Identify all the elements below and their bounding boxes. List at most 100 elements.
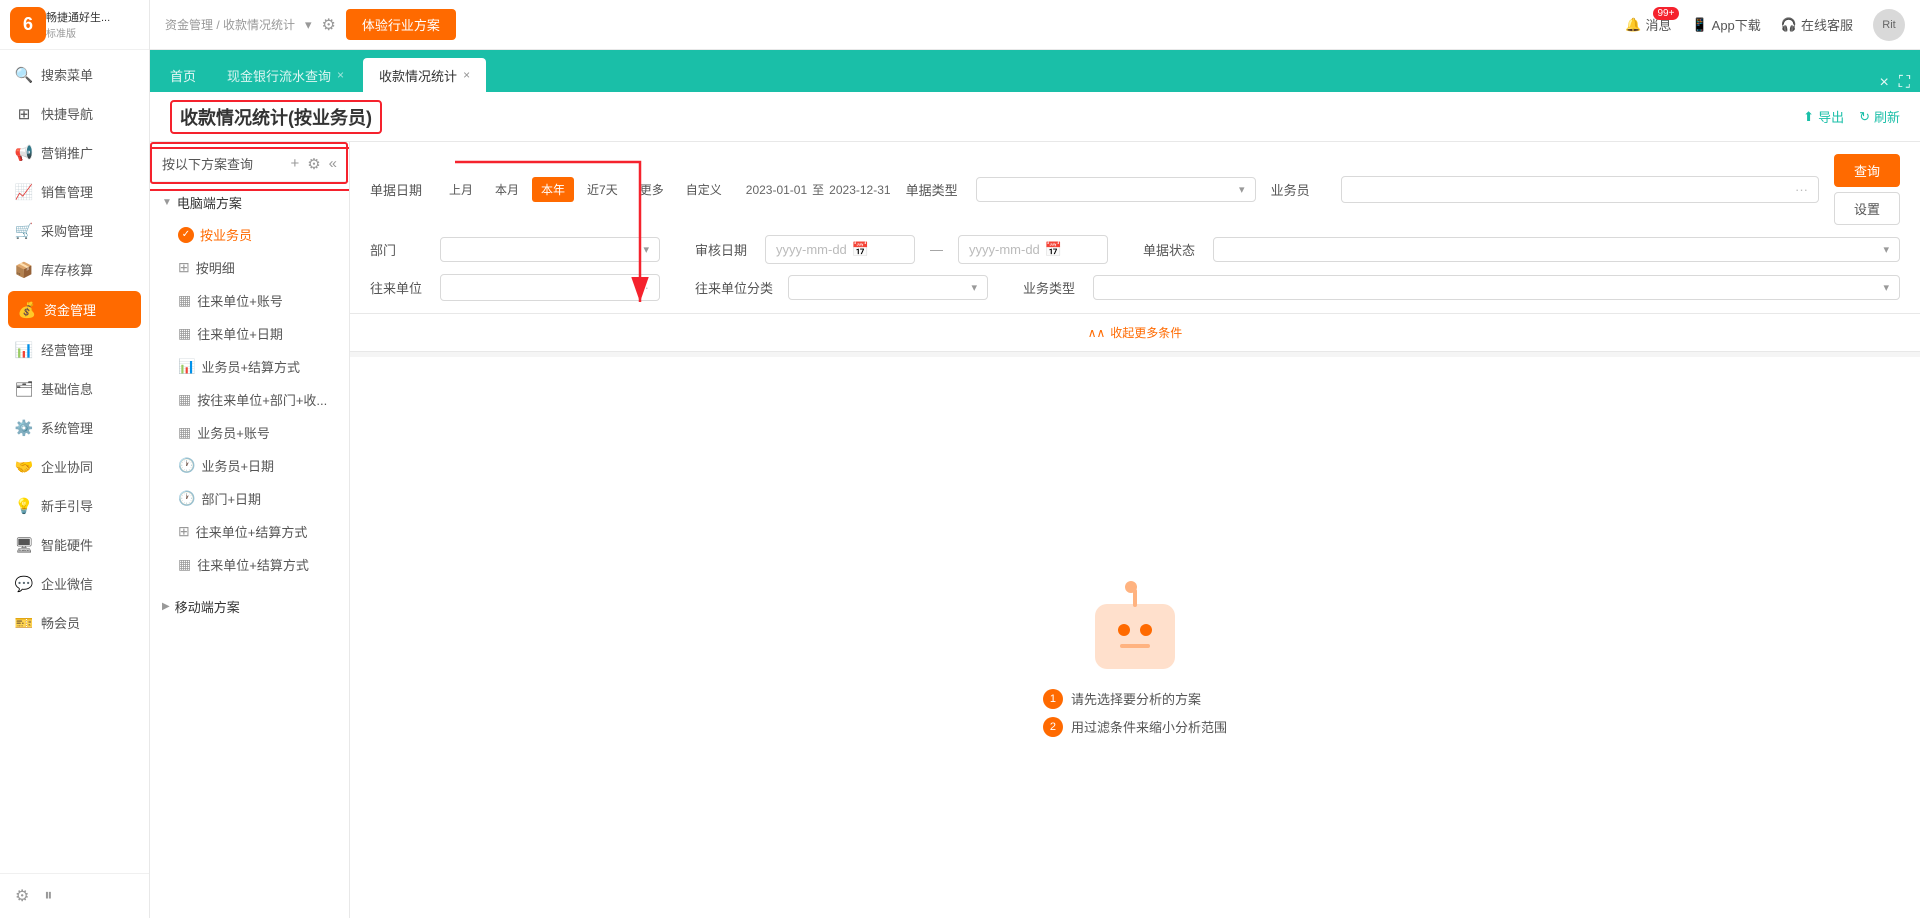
date-from: 2023-01-01 xyxy=(746,183,807,197)
sales-account-item-icon: ▦ xyxy=(178,424,191,441)
app-download-button[interactable]: 📱 App下载 xyxy=(1691,15,1760,34)
doc-type-select[interactable]: ▾ xyxy=(976,177,1256,202)
tree-item-sales-settlement-label: 业务员+结算方式 xyxy=(201,357,300,376)
refresh-button[interactable]: ↻ 刷新 xyxy=(1859,107,1900,126)
app-download-label: App下载 xyxy=(1712,15,1761,34)
sidebar-item-inventory[interactable]: 📦 库存核算 xyxy=(0,250,149,289)
sidebar-item-coop[interactable]: 🤝 企业协同 xyxy=(0,447,149,486)
finance-nav-icon: 💰 xyxy=(18,301,36,319)
sidebar-item-marketing[interactable]: 📢 营销推广 xyxy=(0,133,149,172)
header-gear-icon[interactable]: ⚙ xyxy=(322,15,336,35)
sidebar-item-quick[interactable]: ⊞ 快捷导航 xyxy=(0,94,149,133)
sidebar: 6 畅捷通好生... 标准版 🔍 搜索菜单 ⊞ 快捷导航 📢 营销推广 📈 销售… xyxy=(0,0,150,918)
unit-account-item-icon: ▦ xyxy=(178,292,191,309)
tree-pc-header[interactable]: ▼ 电脑端方案 xyxy=(150,187,349,218)
tree-item-unit-date[interactable]: ▦ 往来单位+日期 xyxy=(150,317,349,350)
sidebar-item-basic-label: 基础信息 xyxy=(41,379,93,398)
sidebar-item-search[interactable]: 🔍 搜索菜单 xyxy=(0,55,149,94)
robot-antenna-ball xyxy=(1125,581,1137,593)
sidebar-item-basic[interactable]: 🗂 基础信息 xyxy=(0,369,149,408)
calendar-to-icon[interactable]: 📅 xyxy=(1045,241,1062,258)
page-header: 收款情况统计(按业务员) ⬆ 导出 ↻ 刷新 xyxy=(150,92,1920,142)
counterparty-more-icon[interactable]: ··· xyxy=(636,280,649,295)
sidebar-item-wechat-label: 企业微信 xyxy=(41,574,93,593)
panel-collapse-icon[interactable]: « xyxy=(329,155,337,172)
messages-button[interactable]: 🔔 消息 99+ xyxy=(1625,15,1671,34)
breadcrumb-expand-icon[interactable]: ▾ xyxy=(305,17,312,33)
empty-step-1: 1 请先选择要分析的方案 xyxy=(1043,689,1227,709)
business-type-chevron-icon: ▾ xyxy=(1883,281,1889,294)
sidebar-item-system[interactable]: ⚙️ 系统管理 xyxy=(0,408,149,447)
tab-close-all-icon[interactable]: × xyxy=(1879,74,1888,92)
filter-settings-button[interactable]: 设置 xyxy=(1834,192,1900,225)
salesperson-select[interactable]: ··· xyxy=(1341,176,1819,203)
tab-expand-icon[interactable]: ⛶ xyxy=(1899,74,1910,92)
tree-item-by-salesperson[interactable]: ✓ 按业务员 xyxy=(150,218,349,251)
sidebar-item-operations[interactable]: 📊 经营管理 xyxy=(0,330,149,369)
tab-stats-close-icon[interactable]: × xyxy=(463,68,470,82)
sidebar-item-purchase[interactable]: 🛒 采购管理 xyxy=(0,211,149,250)
tab-home[interactable]: 首页 xyxy=(160,58,206,92)
content-area: 按以下方案查询 + ⚙ « ▼ 电脑端方案 ✓ 按业务员 xyxy=(150,142,1920,918)
trial-button[interactable]: 体验行业方案 xyxy=(346,9,456,40)
tree-item-sales-date[interactable]: 🕐 业务员+日期 xyxy=(150,449,349,482)
tree-item-unit-settlement1-label: 往来单位+结算方式 xyxy=(196,522,308,541)
tab-stats[interactable]: 收款情况统计 × xyxy=(363,58,486,92)
panel-add-icon[interactable]: + xyxy=(290,155,299,172)
settings-bottom-icon[interactable]: ⚙ xyxy=(15,886,29,906)
category-chevron-icon: ▾ xyxy=(971,281,977,294)
tree-item-dept-date[interactable]: 🕐 部门+日期 xyxy=(150,482,349,515)
step-1-text: 请先选择要分析的方案 xyxy=(1071,689,1201,708)
tab-bank-close-icon[interactable]: × xyxy=(337,68,344,82)
tree-item-unit-dept-receipt[interactable]: ▦ 按往来单位+部门+收... xyxy=(150,383,349,416)
date-tab-custom[interactable]: 自定义 xyxy=(677,177,731,202)
online-service-button[interactable]: 🎧 在线客服 xyxy=(1781,15,1853,34)
panel-settings-icon[interactable]: ⚙ xyxy=(307,155,320,173)
tab-bank[interactable]: 现金银行流水查询 × xyxy=(211,58,360,92)
purchase-nav-icon: 🛒 xyxy=(15,222,33,240)
user-avatar[interactable]: Rit xyxy=(1873,9,1905,41)
date-to: 2023-12-31 xyxy=(829,183,890,197)
sidebar-item-wechat[interactable]: 💬 企业微信 xyxy=(0,564,149,603)
review-date-to-input[interactable]: yyyy-mm-dd 📅 xyxy=(958,235,1108,264)
date-tab-more[interactable]: 更多 xyxy=(631,177,673,202)
sidebar-item-member[interactable]: 🎫 畅会员 xyxy=(0,603,149,642)
empty-steps: 1 请先选择要分析的方案 2 用过滤条件来缩小分析范围 xyxy=(1043,689,1227,737)
counterparty-category-select[interactable]: ▾ xyxy=(788,275,988,300)
tree-item-unit-account[interactable]: ▦ 往来单位+账号 xyxy=(150,284,349,317)
date-tab-this-year[interactable]: 本年 xyxy=(532,177,574,202)
tree-item-unit-settlement1[interactable]: ⊞ 往来单位+结算方式 xyxy=(150,515,349,548)
robot-left-eye xyxy=(1118,624,1130,636)
salesperson-active-icon: ✓ xyxy=(178,227,194,243)
collapse-bottom-icon[interactable]: ⏸ xyxy=(44,887,52,905)
review-date-from-input[interactable]: yyyy-mm-dd 📅 xyxy=(765,235,915,264)
tree-mobile-header[interactable]: ▶ 移动端方案 xyxy=(150,591,349,622)
dept-select[interactable]: ▾ xyxy=(440,237,660,262)
date-tab-last7[interactable]: 近7天 xyxy=(578,177,627,202)
detail-item-icon: ⊞ xyxy=(178,259,190,276)
tree-item-by-detail[interactable]: ⊞ 按明细 xyxy=(150,251,349,284)
sidebar-item-sales[interactable]: 📈 销售管理 xyxy=(0,172,149,211)
header-right: 🔔 消息 99+ 📱 App下载 🎧 在线客服 Rit xyxy=(1625,9,1905,41)
calendar-from-icon[interactable]: 📅 xyxy=(852,241,869,258)
sidebar-item-finance[interactable]: 💰 资金管理 xyxy=(8,291,141,328)
doc-status-select[interactable]: ▾ xyxy=(1213,237,1900,262)
collapse-more-btn[interactable]: ∧∧ 收起更多条件 xyxy=(350,314,1920,352)
robot-mouth xyxy=(1120,644,1150,648)
business-type-select[interactable]: ▾ xyxy=(1093,275,1900,300)
salesperson-more-icon[interactable]: ··· xyxy=(1795,182,1808,197)
tab-bank-label: 现金银行流水查询 xyxy=(227,66,331,85)
date-tab-last-month[interactable]: 上月 xyxy=(440,177,482,202)
tree-item-sales-settlement[interactable]: 📊 业务员+结算方式 xyxy=(150,350,349,383)
sidebar-item-guide[interactable]: 💡 新手引导 xyxy=(0,486,149,525)
export-button[interactable]: ⬆ 导出 xyxy=(1803,107,1844,126)
sales-date-item-icon: 🕐 xyxy=(178,457,195,474)
date-tabs: 上月 本月 本年 近7天 更多 自定义 xyxy=(440,177,731,202)
date-tab-this-month[interactable]: 本月 xyxy=(486,177,528,202)
tree-item-unit-settlement2[interactable]: ▦ 往来单位+结算方式 xyxy=(150,548,349,581)
query-button[interactable]: 查询 xyxy=(1834,154,1900,187)
counterparty-select[interactable]: ··· xyxy=(440,274,660,301)
tree-item-salesperson-label: 按业务员 xyxy=(200,225,252,244)
tree-item-sales-account[interactable]: ▦ 业务员+账号 xyxy=(150,416,349,449)
sidebar-item-hardware[interactable]: 🖥 智能硬件 xyxy=(0,525,149,564)
